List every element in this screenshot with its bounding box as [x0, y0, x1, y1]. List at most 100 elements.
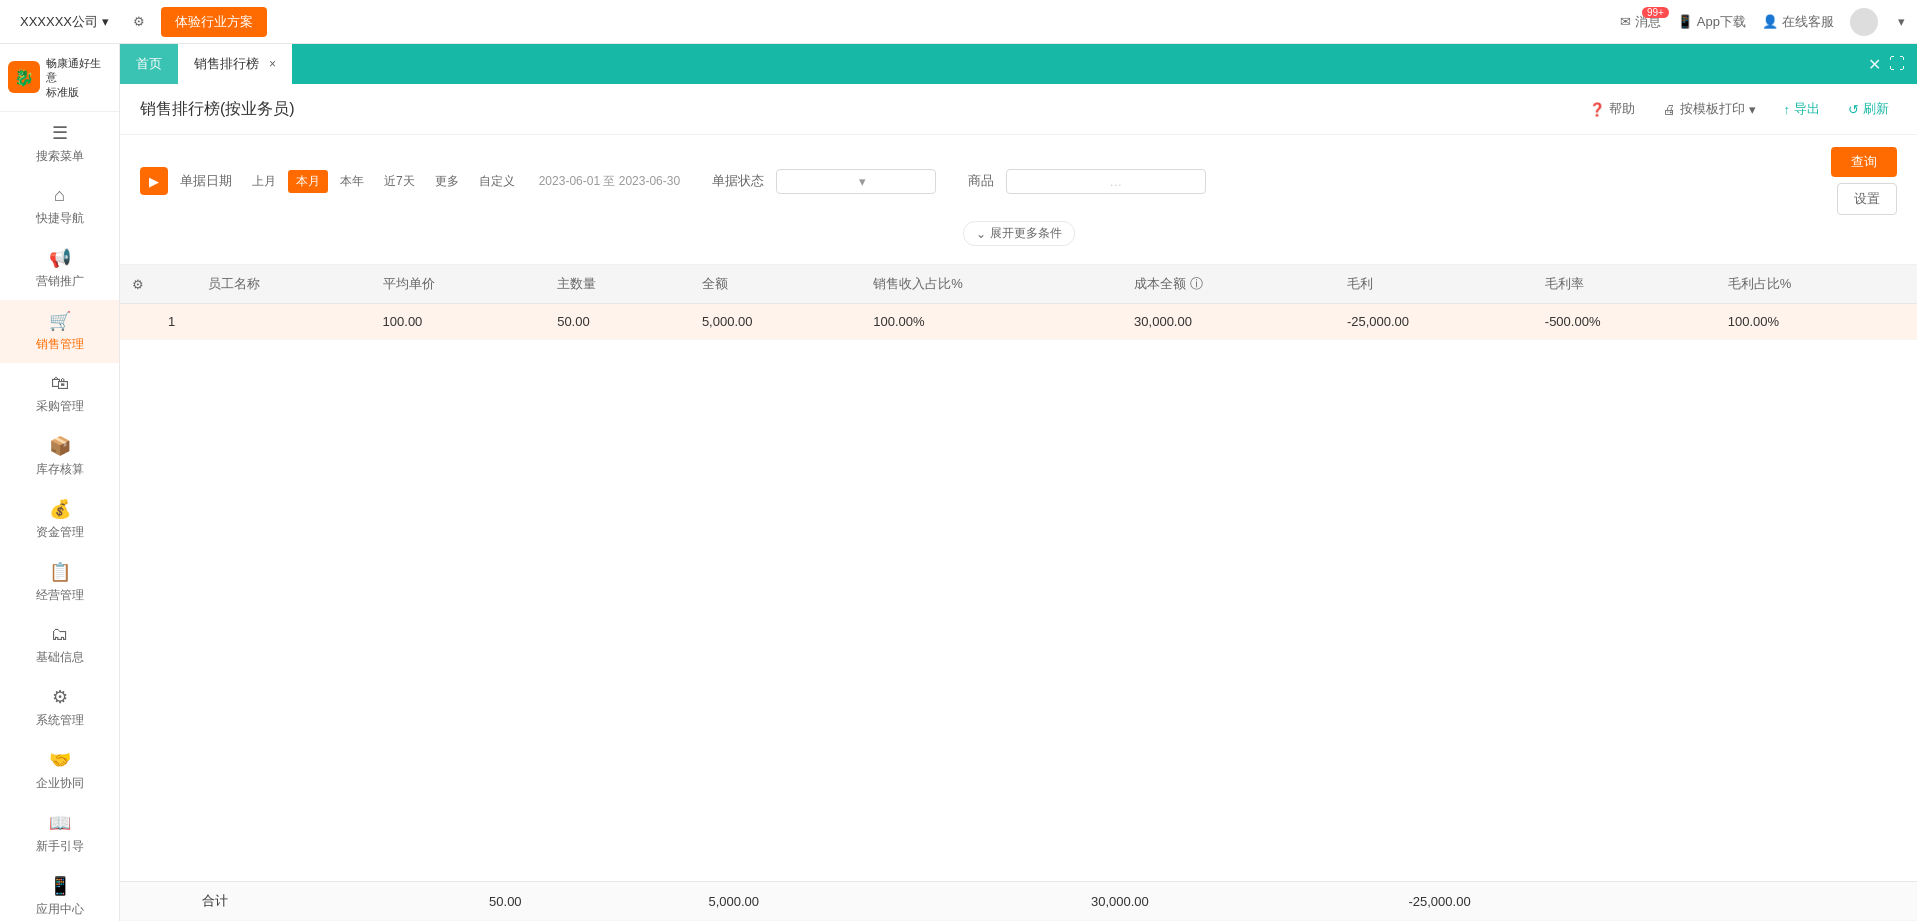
row-settings[interactable]: [120, 304, 156, 340]
sidebar-item-label: 库存核算: [36, 461, 84, 478]
sales-icon: 🛒: [49, 310, 71, 332]
sidebar-item-operations[interactable]: 📋 经营管理: [0, 551, 119, 614]
topbar-settings-button[interactable]: ⚙: [125, 8, 153, 36]
logo-text: 畅康通好生意 标准版: [46, 56, 111, 99]
help-icon: ❓: [1589, 102, 1605, 117]
row-sales-pct: 100.00%: [861, 304, 1122, 340]
tab-sales-ranking[interactable]: 销售排行榜 ×: [178, 44, 292, 84]
marketing-icon: 📢: [49, 247, 71, 269]
print-button[interactable]: 🖨 按模板打印 ▾: [1655, 96, 1764, 122]
sidebar-item-system[interactable]: ⚙ 系统管理: [0, 676, 119, 739]
row-qty: 50.00: [545, 304, 690, 340]
sidebar-item-label: 销售管理: [36, 336, 84, 353]
user-name-button[interactable]: ▾: [1894, 14, 1905, 29]
guide-icon: 📖: [49, 812, 71, 834]
filter-toggle-button[interactable]: ▶: [140, 167, 168, 195]
date-label: 单据日期: [180, 172, 232, 190]
sidebar-item-enterprise-coop[interactable]: 🤝 企业协同: [0, 739, 119, 802]
goods-input[interactable]: …: [1006, 169, 1206, 194]
sidebar-item-label: 搜索菜单: [36, 148, 84, 165]
date-tab-last-7-days[interactable]: 近7天: [376, 170, 423, 193]
tab-fullscreen-button[interactable]: ⛶: [1889, 55, 1905, 73]
enterprise-coop-icon: 🤝: [49, 749, 71, 771]
footer-cost: 30,000.00: [1079, 882, 1397, 921]
sidebar-item-finance[interactable]: 💰 资金管理: [0, 488, 119, 551]
top-right-actions: ✉ 消息 99+ 📱 App下载 👤 在线客服 ▾: [1620, 8, 1905, 36]
date-range-display: 2023-06-01 至 2023-06-30: [539, 173, 680, 190]
filter-area: ▶ 单据日期 上月 本月 本年 近7天 更多 自定义 2023-06-01 至 …: [120, 135, 1917, 265]
tab-right-buttons: ✕ ⛶: [1868, 55, 1917, 74]
export-icon: ↑: [1784, 102, 1791, 117]
export-button[interactable]: ↑ 导出: [1776, 96, 1829, 122]
sidebar-item-marketing[interactable]: 📢 营销推广: [0, 237, 119, 300]
tab-close-button[interactable]: ×: [269, 57, 276, 71]
expand-more-button[interactable]: ⌄ 展开更多条件: [963, 221, 1075, 246]
table-footer: 合计 50.00 5,000.00 30,000.00 -25,000.00: [120, 881, 1917, 921]
date-tab-custom[interactable]: 自定义: [471, 170, 523, 193]
expand-row: ⌄ 展开更多条件: [140, 215, 1897, 252]
date-tab-more[interactable]: 更多: [427, 170, 467, 193]
try-industry-button[interactable]: 体验行业方案: [161, 7, 267, 37]
col-header-settings[interactable]: ⚙: [120, 265, 156, 304]
date-tab-this-year[interactable]: 本年: [332, 170, 372, 193]
col-header-sales-pct: 销售收入占比%: [861, 265, 1122, 304]
home-tab-label: 首页: [136, 55, 162, 73]
sidebar-item-label: 系统管理: [36, 712, 84, 729]
status-select[interactable]: ▾: [776, 169, 936, 194]
page-title: 销售排行榜(按业务员): [140, 99, 295, 120]
goods-label: 商品: [968, 172, 994, 190]
sidebar-item-guide[interactable]: 📖 新手引导: [0, 802, 119, 865]
system-icon: ⚙: [52, 686, 68, 708]
sidebar-item-label: 快捷导航: [36, 210, 84, 227]
sidebar-item-purchase[interactable]: 🛍 采购管理: [0, 363, 119, 425]
date-tab-last-month[interactable]: 上月: [244, 170, 284, 193]
online-service-button[interactable]: 👤 在线客服: [1762, 13, 1834, 31]
company-name: XXXXXX公司: [20, 13, 98, 31]
sidebar-item-quick-nav[interactable]: ⌂ 快捷导航: [0, 175, 119, 237]
sidebar-item-inventory[interactable]: 📦 库存核算: [0, 425, 119, 488]
tab-close-all-button[interactable]: ✕: [1868, 55, 1881, 74]
sidebar-item-search-order[interactable]: ☰ 搜索菜单: [0, 112, 119, 175]
settings-button[interactable]: 设置: [1837, 183, 1897, 215]
search-order-icon: ☰: [52, 122, 68, 144]
date-tabs: 上月 本月 本年 近7天 更多 自定义: [244, 170, 523, 193]
date-tab-this-month[interactable]: 本月: [288, 170, 328, 193]
sidebar-item-sales[interactable]: 🛒 销售管理: [0, 300, 119, 363]
footer-label: 合计: [190, 882, 384, 921]
company-dropdown-icon: ▾: [102, 14, 109, 29]
col-header-cost: 成本全额 ⓘ: [1122, 265, 1335, 304]
company-selector[interactable]: XXXXXX公司 ▾: [12, 9, 117, 35]
sales-ranking-tab-label: 销售排行榜: [194, 55, 259, 73]
quick-nav-icon: ⌂: [54, 185, 65, 206]
col-header-qty: 主数量: [545, 265, 690, 304]
col-header-name: 员工名称: [196, 265, 371, 304]
sidebar-item-label: 经营管理: [36, 587, 84, 604]
app-icon: 📱: [1677, 14, 1693, 29]
refresh-button[interactable]: ↺ 刷新: [1840, 96, 1897, 122]
user-avatar[interactable]: [1850, 8, 1878, 36]
footer-table: 合计 50.00 5,000.00 30,000.00 -25,000.00: [120, 882, 1917, 921]
more-icon: …: [1109, 174, 1195, 189]
app-download-button[interactable]: 📱 App下载: [1677, 13, 1746, 31]
sidebar-item-app-center[interactable]: 📱 应用中心: [0, 865, 119, 921]
query-button[interactable]: 查询: [1831, 147, 1897, 177]
col-header-gross-pct: 毛利占比%: [1716, 265, 1917, 304]
footer-sales-pct: [986, 882, 1079, 921]
footer-gross-pct: [1824, 882, 1917, 921]
col-header-gross-rate: 毛利率: [1533, 265, 1716, 304]
tab-bar: 首页 销售排行榜 × ✕ ⛶: [120, 44, 1917, 84]
footer-avg-price: [384, 882, 477, 921]
sidebar-item-base-info[interactable]: 🗂 基础信息: [0, 614, 119, 676]
sidebar-item-label: 营销推广: [36, 273, 84, 290]
purchase-icon: 🛍: [51, 373, 69, 394]
cost-info-icon[interactable]: ⓘ: [1190, 276, 1203, 291]
sidebar-item-label: 新手引导: [36, 838, 84, 855]
status-dropdown-icon: ▾: [859, 174, 925, 189]
message-button[interactable]: ✉ 消息 99+: [1620, 13, 1661, 31]
row-name: [196, 304, 371, 340]
tab-home[interactable]: 首页: [120, 44, 178, 84]
base-info-icon: 🗂: [51, 624, 69, 645]
refresh-icon: ↺: [1848, 102, 1859, 117]
footer-gross: -25,000.00: [1396, 882, 1730, 921]
help-button[interactable]: ❓ 帮助: [1581, 96, 1643, 122]
